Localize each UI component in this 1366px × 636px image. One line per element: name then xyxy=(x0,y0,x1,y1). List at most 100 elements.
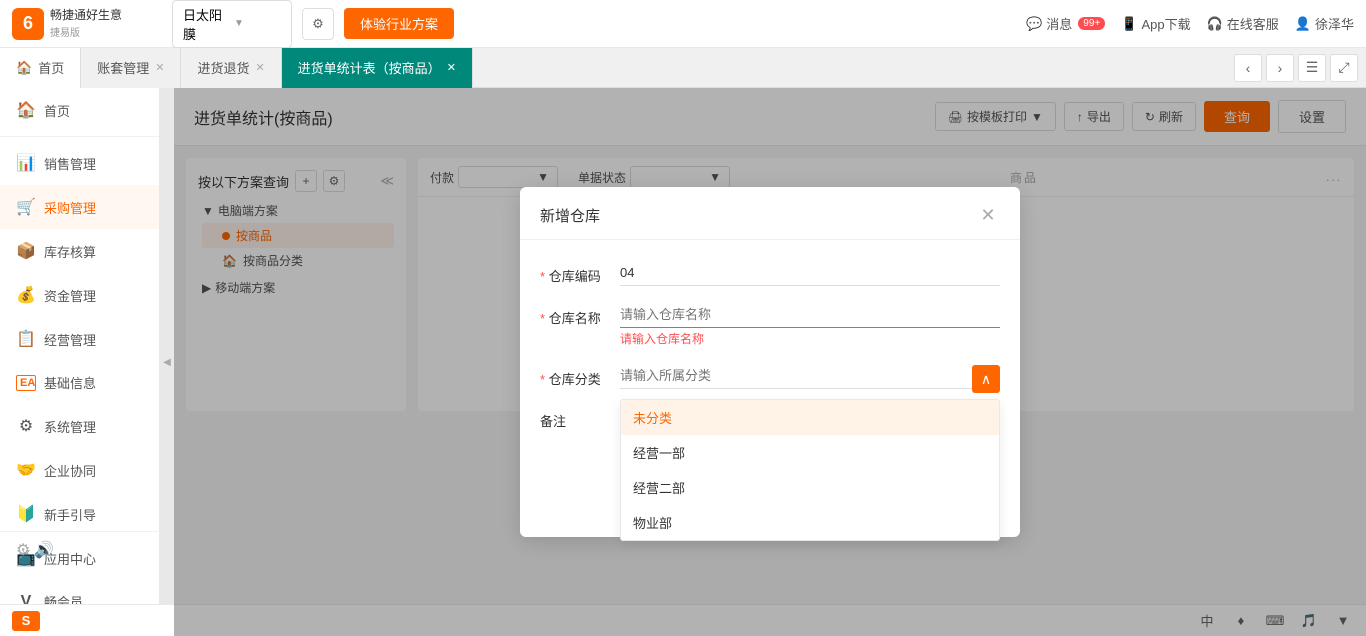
main-layout: 🏠 首页 📊 销售管理 🛒 采购管理 📦 库存核算 💰 资金管理 📋 经营管理 … xyxy=(0,88,1366,636)
form-row-name: * 仓库名称 请输入仓库名称 xyxy=(540,302,1000,347)
form-row-category: * 仓库分类 ∧ 未分类 经营一部 经营二部 物业部 xyxy=(540,363,1000,389)
purchase-icon: 🛒 xyxy=(16,197,36,217)
message-button[interactable]: 💬 消息 99+ xyxy=(1026,14,1105,33)
settings-gear-button[interactable]: ⚙ xyxy=(302,8,334,40)
sidebar-item-finance[interactable]: 💰 资金管理 xyxy=(0,273,159,317)
message-label: 消息 xyxy=(1046,14,1072,33)
user-icon: 👤 xyxy=(1295,16,1311,32)
trial-button[interactable]: 体验行业方案 xyxy=(344,8,454,39)
sidebar-item-sales-label: 销售管理 xyxy=(44,154,96,173)
tabbar-actions: ‹ › ☰ ⤢ xyxy=(1234,54,1366,82)
home-icon: 🏠 xyxy=(16,60,32,76)
s-logo-icon: S xyxy=(12,611,40,631)
modal-body: * 仓库编码 * 仓库名称 xyxy=(520,240,1020,449)
sidebar-item-purchase[interactable]: 🛒 采购管理 xyxy=(0,185,159,229)
sidebar-item-sales[interactable]: 📊 销售管理 xyxy=(0,141,159,185)
sidebar-divider xyxy=(0,136,159,137)
tab-next-button[interactable]: › xyxy=(1266,54,1294,82)
topbar-right: 💬 消息 99+ 📱 App下载 🎧 在线客服 👤 徐泽华 xyxy=(1026,14,1354,33)
operation-icon: 📋 xyxy=(16,329,36,349)
sidebar-item-guide[interactable]: 🔰 新手引导 xyxy=(0,492,159,536)
sidebar-item-purchase-label: 采购管理 xyxy=(44,198,96,217)
guide-icon: 🔰 xyxy=(16,504,36,524)
tab-purchase-return-label: 进货退货 xyxy=(197,58,249,77)
tab-home[interactable]: 🏠 首页 xyxy=(0,48,81,88)
sidebar-item-home-label: 首页 xyxy=(44,101,70,120)
tab-prev-button[interactable]: ‹ xyxy=(1234,54,1262,82)
code-input[interactable] xyxy=(620,260,1000,286)
name-label: * 仓库名称 xyxy=(540,302,620,327)
modal-header: 新增仓库 ✕ xyxy=(520,187,1020,240)
user-name: 徐泽华 xyxy=(1315,14,1354,33)
modal-close-button[interactable]: ✕ xyxy=(976,203,1000,227)
modal-overlay: 新增仓库 ✕ * 仓库编码 xyxy=(174,88,1366,636)
system-icon: ⚙ xyxy=(16,416,36,436)
tab-purchase-return-close-icon[interactable]: ✕ xyxy=(255,61,264,74)
message-badge: 99+ xyxy=(1078,17,1105,30)
code-input-wrap xyxy=(620,260,1000,286)
form-row-code: * 仓库编码 xyxy=(540,260,1000,286)
sales-icon: 📊 xyxy=(16,153,36,173)
home-icon: 🏠 xyxy=(16,100,36,120)
tab-accounts[interactable]: 账套管理 ✕ xyxy=(81,48,181,88)
tab-accounts-label: 账套管理 xyxy=(97,58,149,77)
required-star3: * xyxy=(540,372,545,387)
finance-icon: 💰 xyxy=(16,285,36,305)
sidebar-item-cooperation-label: 企业协同 xyxy=(44,461,96,480)
tab-expand-button[interactable]: ⤢ xyxy=(1330,54,1358,82)
basic-info-icon: EA xyxy=(16,375,36,391)
category-input[interactable] xyxy=(620,363,1000,389)
message-icon: 💬 xyxy=(1026,16,1042,32)
logo-icon: 6 xyxy=(12,8,44,40)
category-input-wrap: ∧ 未分类 经营一部 经营二部 物业部 xyxy=(620,363,1000,389)
new-warehouse-modal: 新增仓库 ✕ * 仓库编码 xyxy=(520,187,1020,537)
online-service-button[interactable]: 🎧 在线客服 xyxy=(1207,14,1279,33)
sidebar-item-inventory[interactable]: 📦 库存核算 xyxy=(0,229,159,273)
sidebar-item-basic-info[interactable]: EA 基础信息 xyxy=(0,361,159,404)
sidebar-item-home[interactable]: 🏠 首页 xyxy=(0,88,159,132)
dropdown-item-dept1[interactable]: 经营一部 xyxy=(621,435,999,470)
category-dropdown-list: 未分类 经营一部 经营二部 物业部 xyxy=(620,399,1000,541)
cooperation-icon: 🤝 xyxy=(16,460,36,480)
required-star2: * xyxy=(540,311,545,326)
tab-purchase-stats[interactable]: 进货单统计表（按商品） ✕ xyxy=(282,48,473,88)
sidebar-item-operation-label: 经营管理 xyxy=(44,330,96,349)
name-error-tip: 请输入仓库名称 xyxy=(620,330,1000,347)
dropdown-item-dept2[interactable]: 经营二部 xyxy=(621,470,999,505)
sidebar-bottom-bar: ⚙ 🔊 xyxy=(0,531,160,568)
app-download-button[interactable]: 📱 App下载 xyxy=(1121,14,1190,33)
settings-bottom-icon[interactable]: ⚙ xyxy=(16,540,30,560)
note-label: 备注 xyxy=(540,405,620,430)
logo-sub: 捷易版 xyxy=(50,24,122,39)
modal-title: 新增仓库 xyxy=(540,205,600,226)
tab-home-label: 首页 xyxy=(38,58,64,77)
category-label: * 仓库分类 xyxy=(540,363,620,388)
user-area[interactable]: 👤 徐泽华 xyxy=(1295,14,1354,33)
phone-icon: 📱 xyxy=(1121,16,1137,32)
sidebar-item-cooperation[interactable]: 🤝 企业协同 xyxy=(0,448,159,492)
audio-icon[interactable]: 🔊 xyxy=(34,540,54,560)
sidebar-item-inventory-label: 库存核算 xyxy=(44,242,96,261)
sidebar-item-finance-label: 资金管理 xyxy=(44,286,96,305)
tabbar: 🏠 首页 账套管理 ✕ 进货退货 ✕ 进货单统计表（按商品） ✕ ‹ › ☰ ⤢ xyxy=(0,48,1366,88)
tab-purchase-return[interactable]: 进货退货 ✕ xyxy=(181,48,281,88)
inventory-icon: 📦 xyxy=(16,241,36,261)
name-input-wrap: 请输入仓库名称 xyxy=(620,302,1000,347)
tab-purchase-stats-close-icon[interactable]: ✕ xyxy=(447,61,456,74)
name-input[interactable] xyxy=(620,302,1000,328)
sidebar-item-system[interactable]: ⚙ 系统管理 xyxy=(0,404,159,448)
tab-menu-button[interactable]: ☰ xyxy=(1298,54,1326,82)
required-star: * xyxy=(540,269,545,284)
gear-icon: ⚙ xyxy=(312,16,324,32)
sidebar-collapse-button[interactable]: ◀ xyxy=(160,88,174,636)
category-dropdown-button[interactable]: ∧ xyxy=(972,365,1000,393)
content-area: 进货单统计(按商品) 🖨 按模板打印 ▼ ↑ 导出 ↻ 刷新 查询 设置 xyxy=(174,88,1366,636)
tab-accounts-close-icon[interactable]: ✕ xyxy=(155,61,164,74)
dropdown-item-property[interactable]: 物业部 xyxy=(621,505,999,540)
logo-area: 6 畅捷通好生意 捷易版 xyxy=(12,8,162,40)
sidebar: 🏠 首页 📊 销售管理 🛒 采购管理 📦 库存核算 💰 资金管理 📋 经营管理 … xyxy=(0,88,160,636)
dropdown-item-uncategorized[interactable]: 未分类 xyxy=(621,400,999,435)
store-selector[interactable]: 日太阳膜 ▼ xyxy=(172,0,292,48)
sidebar-item-operation[interactable]: 📋 经营管理 xyxy=(0,317,159,361)
tab-purchase-stats-label: 进货单统计表（按商品） xyxy=(298,58,441,77)
